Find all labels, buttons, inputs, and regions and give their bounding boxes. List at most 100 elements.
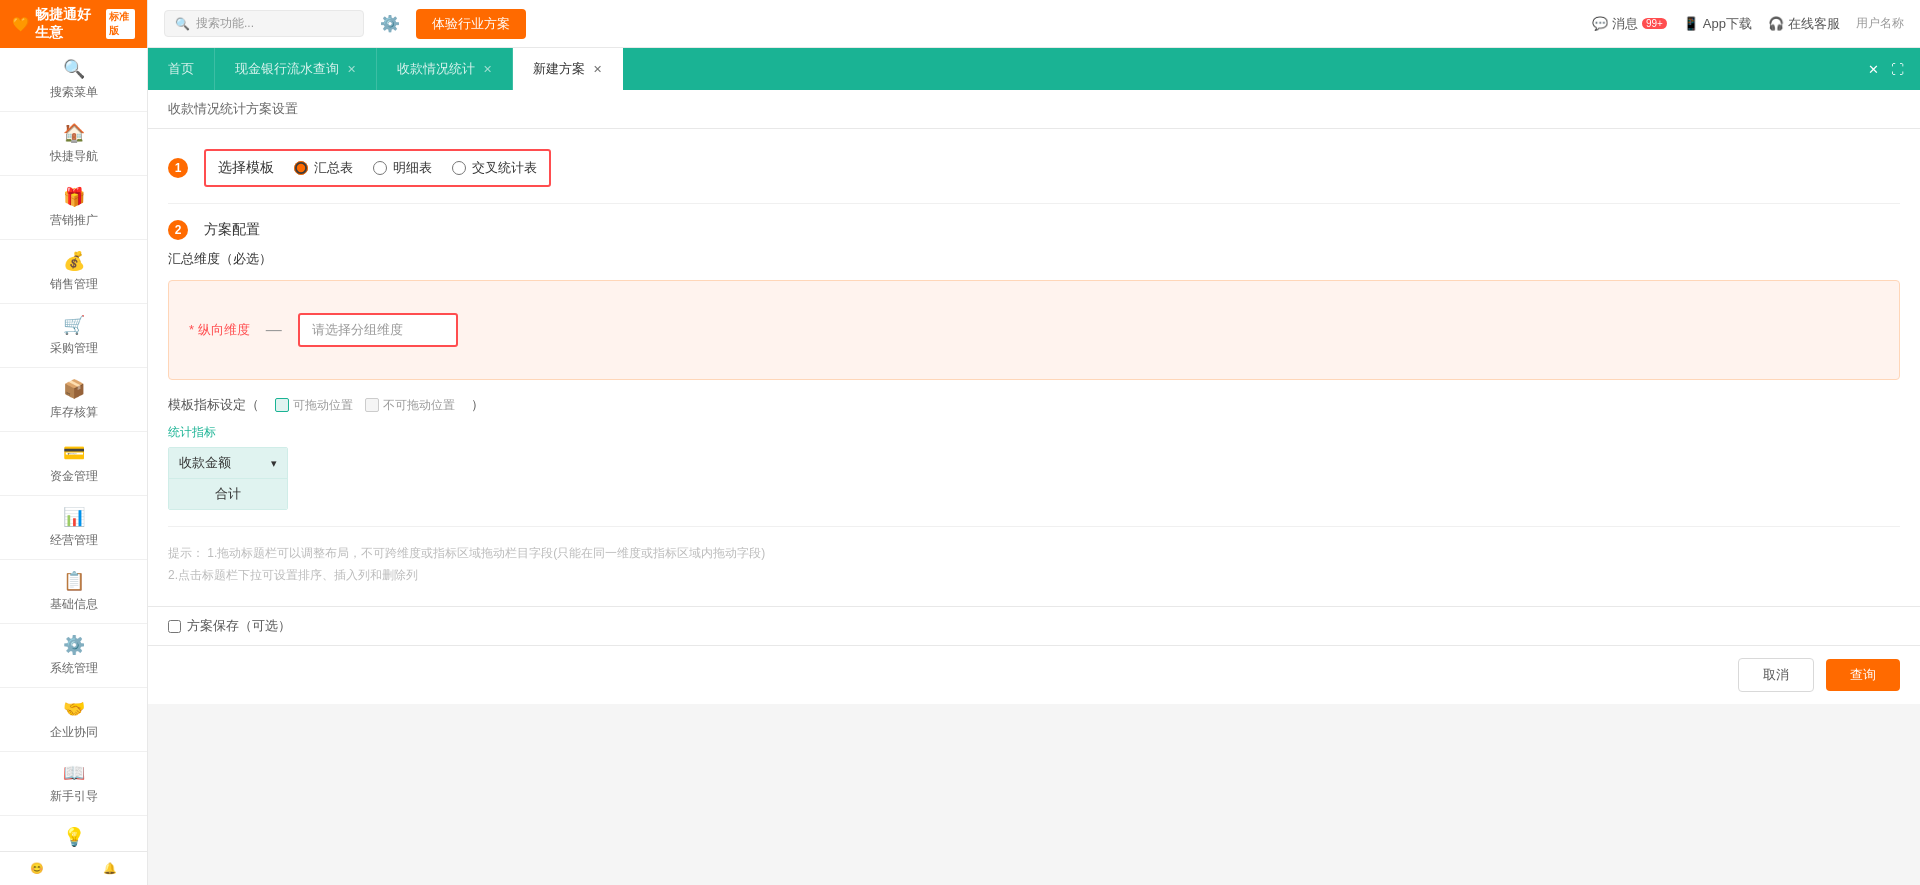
query-button[interactable]: 查询 — [1826, 659, 1900, 691]
sidebar-bottom-icon1[interactable]: 😊 — [30, 862, 44, 875]
sidebar-bottom-icon2[interactable]: 🔔 — [103, 862, 117, 875]
sidebar-icon-finance: 💳 — [63, 442, 85, 464]
cancel-button[interactable]: 取消 — [1738, 658, 1814, 692]
trial-button[interactable]: 体验行业方案 — [416, 9, 526, 39]
tab-newplan[interactable]: 新建方案 ✕ — [513, 48, 623, 90]
metrics-col-header-text: 收款金额 — [179, 454, 231, 472]
dimension-area: * 纵向维度 — 请选择分组维度 — [168, 280, 1900, 380]
download-button[interactable]: 📱 App下载 — [1683, 15, 1752, 33]
sidebar-item-search[interactable]: 🔍 搜索菜单 — [0, 48, 147, 112]
legend-fixed-label: 不可拖动位置 — [383, 397, 455, 414]
metrics-grid-wrapper: 统计指标 收款金额 ▾ 合计 — [168, 424, 1900, 510]
tab-home[interactable]: 首页 — [148, 48, 215, 90]
service-button[interactable]: 🎧 在线客服 — [1768, 15, 1840, 33]
sidebar-icon-basic: 📋 — [63, 570, 85, 592]
save-plan-checkbox-label[interactable]: 方案保存（可选） — [168, 617, 291, 635]
sidebar-item-inventory[interactable]: 📦 库存核算 — [0, 368, 147, 432]
step2-row: 2 方案配置 — [168, 220, 1900, 240]
radio-summary[interactable]: 汇总表 — [294, 159, 353, 177]
legend-draggable-box — [275, 398, 289, 412]
user-name: 用户名称 — [1856, 15, 1904, 32]
sidebar-icon-marketing: 🎁 — [63, 186, 85, 208]
sidebar-icon-guide: 📖 — [63, 762, 85, 784]
action-bar: 取消 查询 — [148, 645, 1920, 704]
sidebar-label-corp: 企业协同 — [50, 724, 98, 741]
sidebar-label-sales: 销售管理 — [50, 276, 98, 293]
section-divider-1 — [168, 203, 1900, 204]
download-icon: 📱 — [1683, 16, 1699, 31]
radio-detail-input[interactable] — [373, 161, 387, 175]
search-icon: 🔍 — [175, 17, 190, 31]
dimension-select-text: 请选择分组维度 — [312, 322, 403, 337]
tab-collection[interactable]: 收款情况统计 ✕ — [377, 48, 513, 90]
settings-icon[interactable]: ⚙️ — [380, 14, 400, 33]
sidebar-item-quicknav[interactable]: 🏠 快捷导航 — [0, 112, 147, 176]
metrics-header: 模板指标设定（ 可拖动位置 不可拖动位置 ） — [168, 396, 1900, 414]
sidebar-item-basic[interactable]: 📋 基础信息 — [0, 560, 147, 624]
sidebar-menu: 🔍 搜索菜单 🏠 快捷导航 🎁 营销推广 💰 销售管理 🛒 采购管理 📦 库存核… — [0, 48, 147, 851]
dim-row: * 纵向维度 — 请选择分组维度 — [189, 313, 458, 347]
sidebar-item-sales[interactable]: 💰 销售管理 — [0, 240, 147, 304]
tab-newplan-close[interactable]: ✕ — [593, 63, 602, 76]
radio-summary-label: 汇总表 — [314, 159, 353, 177]
vertical-label: * 纵向维度 — [189, 321, 250, 339]
tips-area: 提示： 1.拖动标题栏可以调整布局，不可跨维度或指标区域拖动栏目字段(只能在同一… — [168, 526, 1900, 586]
step2-label: 方案配置 — [204, 221, 260, 239]
breadcrumb: 收款情况统计方案设置 — [148, 90, 1920, 129]
tab-collection-close[interactable]: ✕ — [483, 63, 492, 76]
service-label: 在线客服 — [1788, 15, 1840, 33]
sidebar-item-finance[interactable]: 💳 资金管理 — [0, 432, 147, 496]
topbar: 🔍 搜索功能... ⚙️ 体验行业方案 💬 消息 99+ 📱 App下载 🎧 在… — [148, 0, 1920, 48]
template-radio-group: 汇总表 明细表 交叉统计表 — [294, 159, 537, 177]
legend-draggable: 可拖动位置 — [275, 397, 353, 414]
radio-detail[interactable]: 明细表 — [373, 159, 432, 177]
sidebar-icon-search: 🔍 — [63, 58, 85, 80]
step2-badge: 2 — [168, 220, 188, 240]
sidebar-item-purchase[interactable]: 🛒 采购管理 — [0, 304, 147, 368]
radio-summary-input[interactable] — [294, 161, 308, 175]
download-label: App下载 — [1703, 15, 1752, 33]
step1-badge: 1 — [168, 158, 188, 178]
drag-legend: 可拖动位置 不可拖动位置 — [275, 397, 455, 414]
search-box[interactable]: 🔍 搜索功能... — [164, 10, 364, 37]
tab-close-all-icon[interactable]: ✕ — [1868, 62, 1879, 77]
tab-cashflow[interactable]: 现金银行流水查询 ✕ — [215, 48, 377, 90]
sidebar-item-guide[interactable]: 📖 新手引导 — [0, 752, 147, 816]
sidebar-icon-hardware: 💡 — [63, 826, 85, 848]
sidebar-label-quicknav: 快捷导航 — [50, 148, 98, 165]
search-placeholder-text: 搜索功能... — [196, 15, 254, 32]
sidebar: 🧡 畅捷通好生意 标准版 🔍 搜索菜单 🏠 快捷导航 🎁 营销推广 💰 销售管理… — [0, 0, 148, 885]
sidebar-item-marketing[interactable]: 🎁 营销推广 — [0, 176, 147, 240]
sidebar-label-operation: 经营管理 — [50, 532, 98, 549]
sidebar-icon-quicknav: 🏠 — [63, 122, 85, 144]
sidebar-item-hardware[interactable]: 💡 智能硬件 — [0, 816, 147, 851]
app-name: 畅捷通好生意 — [35, 6, 100, 42]
topbar-right: 💬 消息 99+ 📱 App下载 🎧 在线客服 用户名称 — [1592, 15, 1904, 33]
arrow-icon: — — [266, 321, 282, 339]
sidebar-item-system[interactable]: ⚙️ 系统管理 — [0, 624, 147, 688]
tabbar: 首页 现金银行流水查询 ✕ 收款情况统计 ✕ 新建方案 ✕ ✕ ⛶ — [148, 48, 1920, 90]
tip-1-text: 1.拖动标题栏可以调整布局，不可跨维度或指标区域拖动栏目字段(只能在同一维度或指… — [207, 546, 765, 560]
radio-cross-label: 交叉统计表 — [472, 159, 537, 177]
save-plan-checkbox[interactable] — [168, 620, 181, 633]
sidebar-item-operation[interactable]: 📊 经营管理 — [0, 496, 147, 560]
sidebar-label-guide: 新手引导 — [50, 788, 98, 805]
tip-2-text: 2.点击标题栏下拉可设置排序、插入列和删除列 — [168, 568, 418, 582]
step1-row: 1 选择模板 汇总表 明细表 交叉统 — [168, 149, 1900, 187]
save-plan-label: 方案保存（可选） — [187, 617, 291, 635]
radio-cross-input[interactable] — [452, 161, 466, 175]
metrics-col-header-cell[interactable]: 收款金额 ▾ — [169, 448, 287, 479]
radio-detail-label: 明细表 — [393, 159, 432, 177]
metrics-col-dropdown-icon[interactable]: ▾ — [271, 457, 277, 470]
message-button[interactable]: 💬 消息 99+ — [1592, 15, 1667, 33]
sidebar-item-corp[interactable]: 🤝 企业协同 — [0, 688, 147, 752]
radio-cross[interactable]: 交叉统计表 — [452, 159, 537, 177]
legend-fixed: 不可拖动位置 — [365, 397, 455, 414]
main-area: 🔍 搜索功能... ⚙️ 体验行业方案 💬 消息 99+ 📱 App下载 🎧 在… — [148, 0, 1920, 885]
sidebar-icon-sales: 💰 — [63, 250, 85, 272]
tab-cashflow-close[interactable]: ✕ — [347, 63, 356, 76]
dimension-select[interactable]: 请选择分组维度 — [298, 313, 458, 347]
tab-expand-icon[interactable]: ⛶ — [1891, 62, 1904, 77]
tip-title: 提示： — [168, 546, 204, 560]
sidebar-label-system: 系统管理 — [50, 660, 98, 677]
